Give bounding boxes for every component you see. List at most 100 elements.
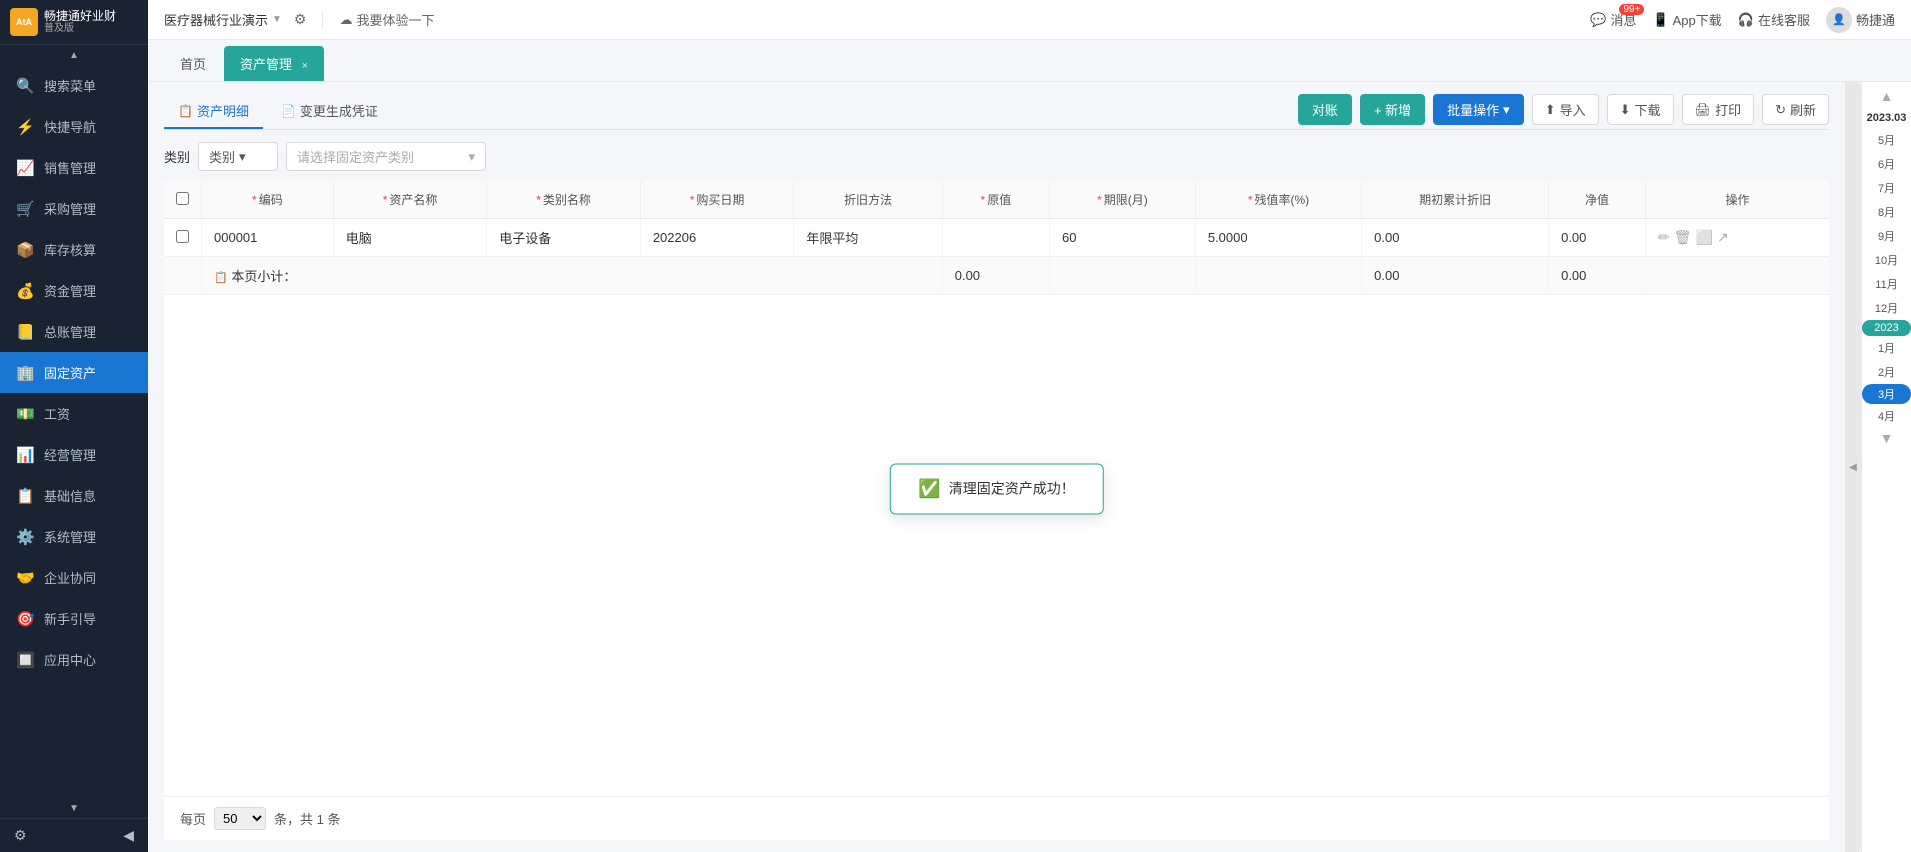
timeline-month-12[interactable]: 12月: [1862, 296, 1911, 320]
sub-tab-asset-detail[interactable]: 📋 资产明细: [164, 94, 263, 129]
timeline-month-3-current[interactable]: 3月: [1862, 384, 1911, 404]
sidebar-scroll-area: 🔍 搜索菜单 ⚡ 快捷导航 📈 销售管理 🛒 采购管理 📦 库存核算 💰 资金管…: [0, 65, 148, 798]
tab-asset-management[interactable]: 资产管理 ×: [224, 46, 324, 81]
subtotal-residual: [1195, 257, 1361, 295]
online-service-btn[interactable]: 🎧 在线客服: [1738, 10, 1810, 29]
sidebar-item-finance[interactable]: 💰 资金管理: [0, 270, 148, 311]
sidebar-item-quick-nav[interactable]: ⚡ 快捷导航: [0, 106, 148, 147]
sidebar-item-label: 新手引导: [44, 609, 96, 628]
sidebar-item-inventory[interactable]: 📦 库存核算: [0, 229, 148, 270]
sidebar-item-basic-info[interactable]: 📋 基础信息: [0, 475, 148, 516]
sidebar-item-purchase[interactable]: 🛒 采购管理: [0, 188, 148, 229]
timeline-month-10[interactable]: 10月: [1862, 248, 1911, 272]
balance-btn[interactable]: 对账: [1298, 94, 1352, 125]
copy-icon[interactable]: ⬜: [1696, 229, 1713, 246]
sidebar-item-operations[interactable]: 📊 经营管理: [0, 434, 148, 475]
timeline-scroll-down[interactable]: ▼: [1878, 428, 1896, 448]
sidebar-scroll-down[interactable]: ▼: [0, 798, 148, 818]
sidebar-item-app-center[interactable]: 🔲 应用中心: [0, 639, 148, 680]
user-btn[interactable]: 👤 畅捷通: [1826, 7, 1895, 33]
timeline-month-5[interactable]: 5月: [1862, 128, 1911, 152]
timeline-year-2023[interactable]: 2023: [1862, 320, 1911, 336]
timeline-month-2[interactable]: 2月: [1862, 360, 1911, 384]
sidebar-item-system[interactable]: ⚙️ 系统管理: [0, 516, 148, 557]
topbar-gear-icon[interactable]: ⚙: [294, 11, 307, 28]
sidebar-item-label: 工资: [44, 404, 70, 423]
category-select[interactable]: 请选择固定资产类别 ▾: [286, 142, 486, 171]
timeline-toggle-icon: ◀: [1849, 462, 1857, 473]
import-btn[interactable]: ⬆ 导入: [1532, 94, 1599, 125]
settings-bottom-icon[interactable]: ⚙: [14, 827, 27, 844]
row-residual-rate: 5.0000: [1195, 219, 1361, 257]
delete-icon[interactable]: 🗑: [1674, 229, 1692, 246]
subtotal-original: 0.00: [942, 257, 1049, 295]
row-checkbox[interactable]: [176, 230, 189, 243]
per-page-select[interactable]: 50 10 20 100: [214, 807, 266, 830]
sub-tab-change-voucher[interactable]: 📄 变更生成凭证: [267, 94, 392, 129]
app-download-btn[interactable]: 📱 App下载: [1652, 10, 1721, 29]
subtotal-period: [1050, 257, 1196, 295]
edit-icon[interactable]: ✏: [1658, 229, 1670, 246]
sidebar-item-sales[interactable]: 📈 销售管理: [0, 147, 148, 188]
sidebar-item-salary[interactable]: 💵 工资: [0, 393, 148, 434]
select-all-checkbox[interactable]: [176, 192, 189, 205]
toast-icon: ✅: [918, 478, 940, 499]
ledger-icon: 📒: [16, 323, 34, 341]
asset-detail-icon: 📋: [178, 104, 193, 118]
timeline-month-1[interactable]: 1月: [1862, 336, 1911, 360]
timeline-toggle[interactable]: ◀: [1845, 82, 1861, 852]
batch-btn[interactable]: 批量操作 ▾: [1433, 94, 1524, 125]
app-download-icon: 📱: [1652, 12, 1668, 28]
timeline-month-6[interactable]: 6月: [1862, 152, 1911, 176]
print-btn[interactable]: 🖨 打印: [1682, 94, 1755, 125]
app-download-label: App下载: [1673, 10, 1722, 29]
sidebar-item-label: 基础信息: [44, 486, 96, 505]
subtotal-accumulated: 0.00: [1362, 257, 1549, 295]
row-accumulated-dep: 0.00: [1362, 219, 1549, 257]
pagination: 每页 50 10 20 100 条，共 1 条: [164, 796, 1829, 840]
guide-icon: 🎯: [16, 610, 34, 628]
finance-icon: 💰: [16, 282, 34, 300]
app-edition: 普及版: [44, 23, 116, 35]
timeline-month-7[interactable]: 7月: [1862, 176, 1911, 200]
timeline-scroll-up[interactable]: ▲: [1878, 86, 1896, 106]
sidebar-item-collab[interactable]: 🤝 企业协同: [0, 557, 148, 598]
experience-btn[interactable]: ☁ 我要体验一下: [339, 10, 434, 29]
timeline-container: ◀ ▲ 2023.03 5月 6月 7月 8月 9月 10月 11月 12月 2…: [1845, 82, 1911, 852]
row-code: 000001: [202, 219, 334, 257]
download-btn[interactable]: ⬇ 下载: [1607, 94, 1674, 125]
sidebar-item-fixed-assets[interactable]: 🏢 固定资产: [0, 352, 148, 393]
timeline-month-4[interactable]: 4月: [1862, 404, 1911, 428]
category-type-arrow: ▾: [239, 149, 246, 165]
topbar-right: 💬 消息 99+ 📱 App下载 🎧 在线客服 👤 畅捷通: [1590, 7, 1895, 33]
sidebar-scroll-up[interactable]: ▲: [0, 45, 148, 65]
sidebar-bottom: ⚙ ◀: [0, 818, 148, 852]
refresh-btn[interactable]: ↻ 刷新: [1762, 94, 1829, 125]
batch-label: 批量操作: [1447, 100, 1499, 119]
subtotal-label: 📋 本页小计：: [202, 257, 943, 295]
message-btn[interactable]: 💬 消息 99+: [1590, 10, 1636, 29]
collapse-icon[interactable]: ◀: [123, 827, 134, 844]
subtotal-actions: [1646, 257, 1829, 295]
tab-asset-management-close[interactable]: ×: [302, 60, 308, 72]
new-btn[interactable]: + 新增: [1360, 94, 1425, 125]
tabbar: 首页 资产管理 ×: [148, 40, 1911, 82]
action-icons: ✏ 🗑 ⬜ ↗: [1658, 229, 1817, 246]
sidebar-item-ledger[interactable]: 📒 总账管理: [0, 311, 148, 352]
category-type-select[interactable]: 类别 ▾: [198, 142, 278, 171]
timeline-month-8[interactable]: 8月: [1862, 200, 1911, 224]
timeline-month-11[interactable]: 11月: [1862, 272, 1911, 296]
sidebar-item-search[interactable]: 🔍 搜索菜单: [0, 65, 148, 106]
col-period: *期限(月): [1050, 181, 1196, 219]
headset-icon: 🎧: [1738, 12, 1754, 28]
company-selector[interactable]: 医疗器械行业演示 ▼: [164, 10, 282, 29]
filter-label: 类别: [164, 147, 190, 166]
more-icon[interactable]: ↗: [1717, 229, 1729, 246]
sidebar-item-label: 搜索菜单: [44, 76, 96, 95]
sidebar-item-guide[interactable]: 🎯 新手引导: [0, 598, 148, 639]
timeline-month-9[interactable]: 9月: [1862, 224, 1911, 248]
logo-abbr: AtA: [16, 17, 32, 27]
topbar-divider: [322, 11, 323, 29]
tab-home[interactable]: 首页: [164, 46, 222, 81]
sidebar-item-label: 总账管理: [44, 322, 96, 341]
